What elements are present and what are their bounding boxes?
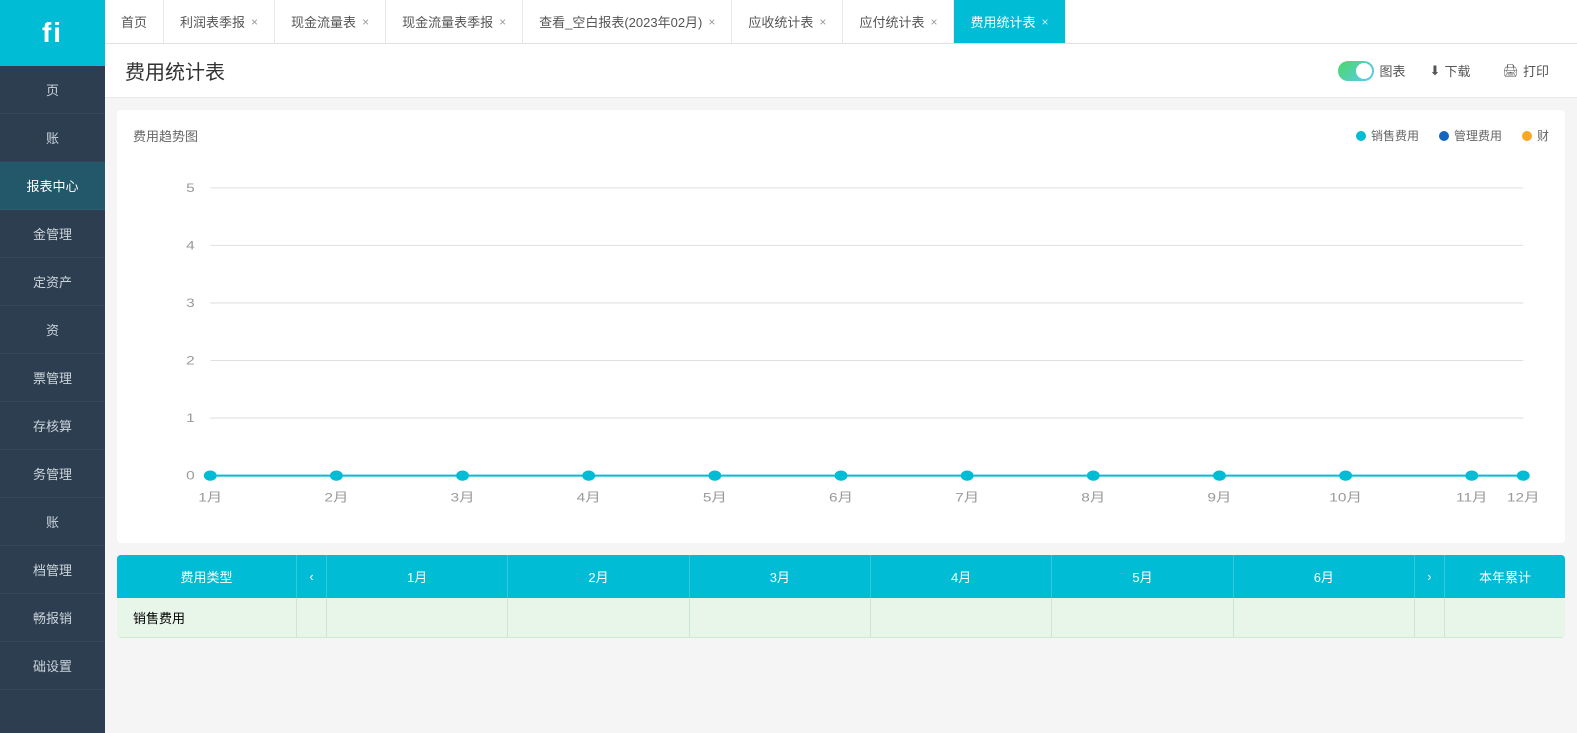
close-tab-ap[interactable]: ×	[930, 16, 937, 28]
sidebar-item-invest[interactable]: 资	[0, 306, 105, 354]
svg-text:10月: 10月	[1329, 490, 1362, 504]
th-type: 费用类型	[117, 555, 297, 598]
sidebar-item-home[interactable]: 页	[0, 66, 105, 114]
th-month-2: 2月	[508, 555, 689, 598]
svg-text:2月: 2月	[324, 490, 348, 504]
tab-cashflow[interactable]: 现金流量表 ×	[275, 0, 386, 44]
sidebar-logo: fi	[0, 0, 105, 66]
close-tab-expense-stat[interactable]: ×	[1041, 16, 1048, 28]
sidebar-item-archive[interactable]: 档管理	[0, 546, 105, 594]
svg-text:0: 0	[186, 468, 195, 482]
tab-blank[interactable]: 查看_空白报表(2023年02月) ×	[523, 0, 732, 44]
sidebar: fi 页 账 报表中心 金管理 定资产 资 票管理 存核算 务管理 账 档管理 …	[0, 0, 105, 733]
legend-dot-admin	[1439, 131, 1449, 141]
td-sales-1	[327, 598, 508, 637]
tab-home[interactable]: 首页	[105, 0, 164, 44]
th-month-5: 5月	[1052, 555, 1233, 598]
svg-text:9月: 9月	[1207, 490, 1231, 504]
td-sales-4	[871, 598, 1052, 637]
svg-text:1: 1	[186, 411, 195, 425]
svg-text:6月: 6月	[829, 490, 853, 504]
legend-finance: 财	[1522, 127, 1549, 144]
svg-text:11月: 11月	[1456, 490, 1487, 504]
tab-bar: 首页 利润表季报 × 现金流量表 × 现金流量表季报 × 查看_空白报表(202…	[105, 0, 1577, 44]
page-title: 费用统计表	[125, 56, 225, 85]
tab-ar[interactable]: 应收统计表 ×	[732, 0, 843, 44]
page-content: 费用统计表 图表 ⬇ 下载 🖨 打印 费用趋势图	[105, 44, 1577, 733]
svg-text:5: 5	[186, 180, 195, 194]
svg-text:8月: 8月	[1081, 490, 1105, 504]
td-spacer-next	[1415, 598, 1445, 637]
td-sales-total	[1445, 598, 1565, 637]
sidebar-item-inventory[interactable]: 存核算	[0, 402, 105, 450]
table-section: 费用类型 ‹ 1月 2月 3月 4月 5月 6月 › 本年累计 销售费用	[117, 555, 1565, 638]
print-button[interactable]: 🖨 打印	[1494, 57, 1557, 84]
svg-text:1月: 1月	[198, 490, 222, 504]
tab-expense-stat[interactable]: 费用统计表 ×	[954, 0, 1065, 44]
chart-title: 费用趋势图	[133, 126, 198, 145]
sidebar-item-fund[interactable]: 金管理	[0, 210, 105, 258]
legend-dot-finance	[1522, 131, 1532, 141]
sidebar-item-ledger[interactable]: 账	[0, 498, 105, 546]
chart-container: 5 4 3 2 1 0	[133, 157, 1549, 527]
sidebar-item-settings[interactable]: 础设置	[0, 642, 105, 690]
main-area: 首页 利润表季报 × 现金流量表 × 现金流量表季报 × 查看_空白报表(202…	[105, 0, 1577, 733]
svg-text:4: 4	[186, 238, 195, 252]
chart-legend: 销售费用 管理费用 财	[1356, 127, 1549, 144]
download-button[interactable]: ⬇ 下载	[1422, 57, 1479, 84]
chart-toggle[interactable]	[1338, 61, 1374, 81]
td-sales-3	[690, 598, 871, 637]
th-month-4: 4月	[871, 555, 1052, 598]
legend-admin: 管理费用	[1439, 127, 1502, 144]
td-sales-2	[508, 598, 689, 637]
svg-text:5月: 5月	[703, 490, 727, 504]
th-month-6: 6月	[1234, 555, 1415, 598]
sidebar-item-assets[interactable]: 定资产	[0, 258, 105, 306]
close-tab-profit[interactable]: ×	[251, 16, 258, 28]
chart-toggle-container: 图表	[1338, 61, 1406, 81]
th-nav-prev[interactable]: ‹	[297, 555, 327, 598]
close-tab-cashflow-q[interactable]: ×	[499, 16, 506, 28]
svg-text:3: 3	[186, 296, 195, 310]
close-tab-ar[interactable]: ×	[819, 16, 826, 28]
sidebar-item-reports[interactable]: 报表中心	[0, 162, 105, 210]
svg-text:12月: 12月	[1507, 490, 1540, 504]
legend-dot-sales	[1356, 131, 1366, 141]
td-type-sales: 销售费用	[117, 598, 297, 637]
th-month-3: 3月	[690, 555, 871, 598]
svg-text:3月: 3月	[451, 490, 475, 504]
legend-sales: 销售费用	[1356, 127, 1419, 144]
sidebar-item-account[interactable]: 账	[0, 114, 105, 162]
th-total: 本年累计	[1445, 555, 1565, 598]
sidebar-scroll: 页 账 报表中心 金管理 定资产 资 票管理 存核算 务管理 账 档管理 畅报销…	[0, 66, 105, 733]
page-header: 费用统计表 图表 ⬇ 下载 🖨 打印	[105, 44, 1577, 98]
chart-svg: 5 4 3 2 1 0	[133, 157, 1549, 527]
tab-cashflow-q[interactable]: 现金流量表季报 ×	[386, 0, 523, 44]
table-header-row: 费用类型 ‹ 1月 2月 3月 4月 5月 6月 › 本年累计	[117, 555, 1565, 598]
th-month-1: 1月	[327, 555, 508, 598]
td-sales-6	[1234, 598, 1415, 637]
header-actions: 图表 ⬇ 下载 🖨 打印	[1338, 57, 1557, 84]
sidebar-item-expense[interactable]: 畅报销	[0, 594, 105, 642]
chart-section: 费用趋势图 销售费用 管理费用 财	[117, 110, 1565, 543]
sidebar-item-service[interactable]: 务管理	[0, 450, 105, 498]
th-nav-next[interactable]: ›	[1415, 555, 1445, 598]
svg-text:4月: 4月	[577, 490, 601, 504]
svg-text:7月: 7月	[955, 490, 979, 504]
toggle-label: 图表	[1380, 61, 1406, 80]
td-sales-5	[1052, 598, 1233, 637]
print-icon: 🖨	[1502, 63, 1519, 79]
sidebar-item-invoice[interactable]: 票管理	[0, 354, 105, 402]
tab-ap[interactable]: 应付统计表 ×	[843, 0, 954, 44]
table-row: 销售费用	[117, 598, 1565, 638]
td-spacer-prev	[297, 598, 327, 637]
download-icon: ⬇	[1430, 63, 1441, 79]
chart-header: 费用趋势图 销售费用 管理费用 财	[133, 126, 1549, 145]
svg-text:2: 2	[186, 353, 195, 367]
close-tab-blank[interactable]: ×	[708, 16, 715, 28]
close-tab-cashflow[interactable]: ×	[362, 16, 369, 28]
tab-profit[interactable]: 利润表季报 ×	[164, 0, 275, 44]
